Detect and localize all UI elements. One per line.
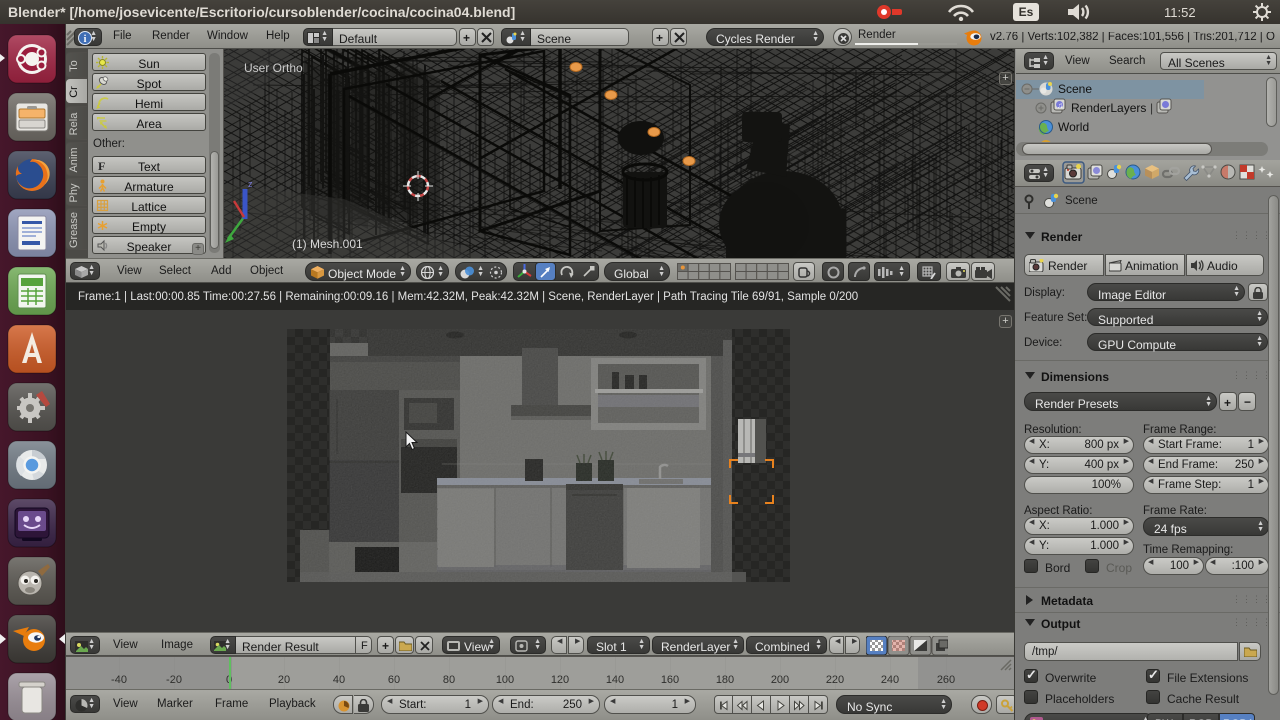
svg-text:i: i [84, 34, 87, 45]
svg-text:RenderLayers: RenderLayers [1071, 101, 1146, 115]
svg-text:(1) Mesh.001: (1) Mesh.001 [292, 237, 363, 251]
svg-text:z: z [248, 179, 253, 189]
svg-text:Scene: Scene [1058, 82, 1092, 96]
svg-text:♫: ♫ [1057, 101, 1063, 110]
svg-text:|: | [1150, 101, 1153, 115]
svg-text:World: World [1058, 120, 1089, 134]
